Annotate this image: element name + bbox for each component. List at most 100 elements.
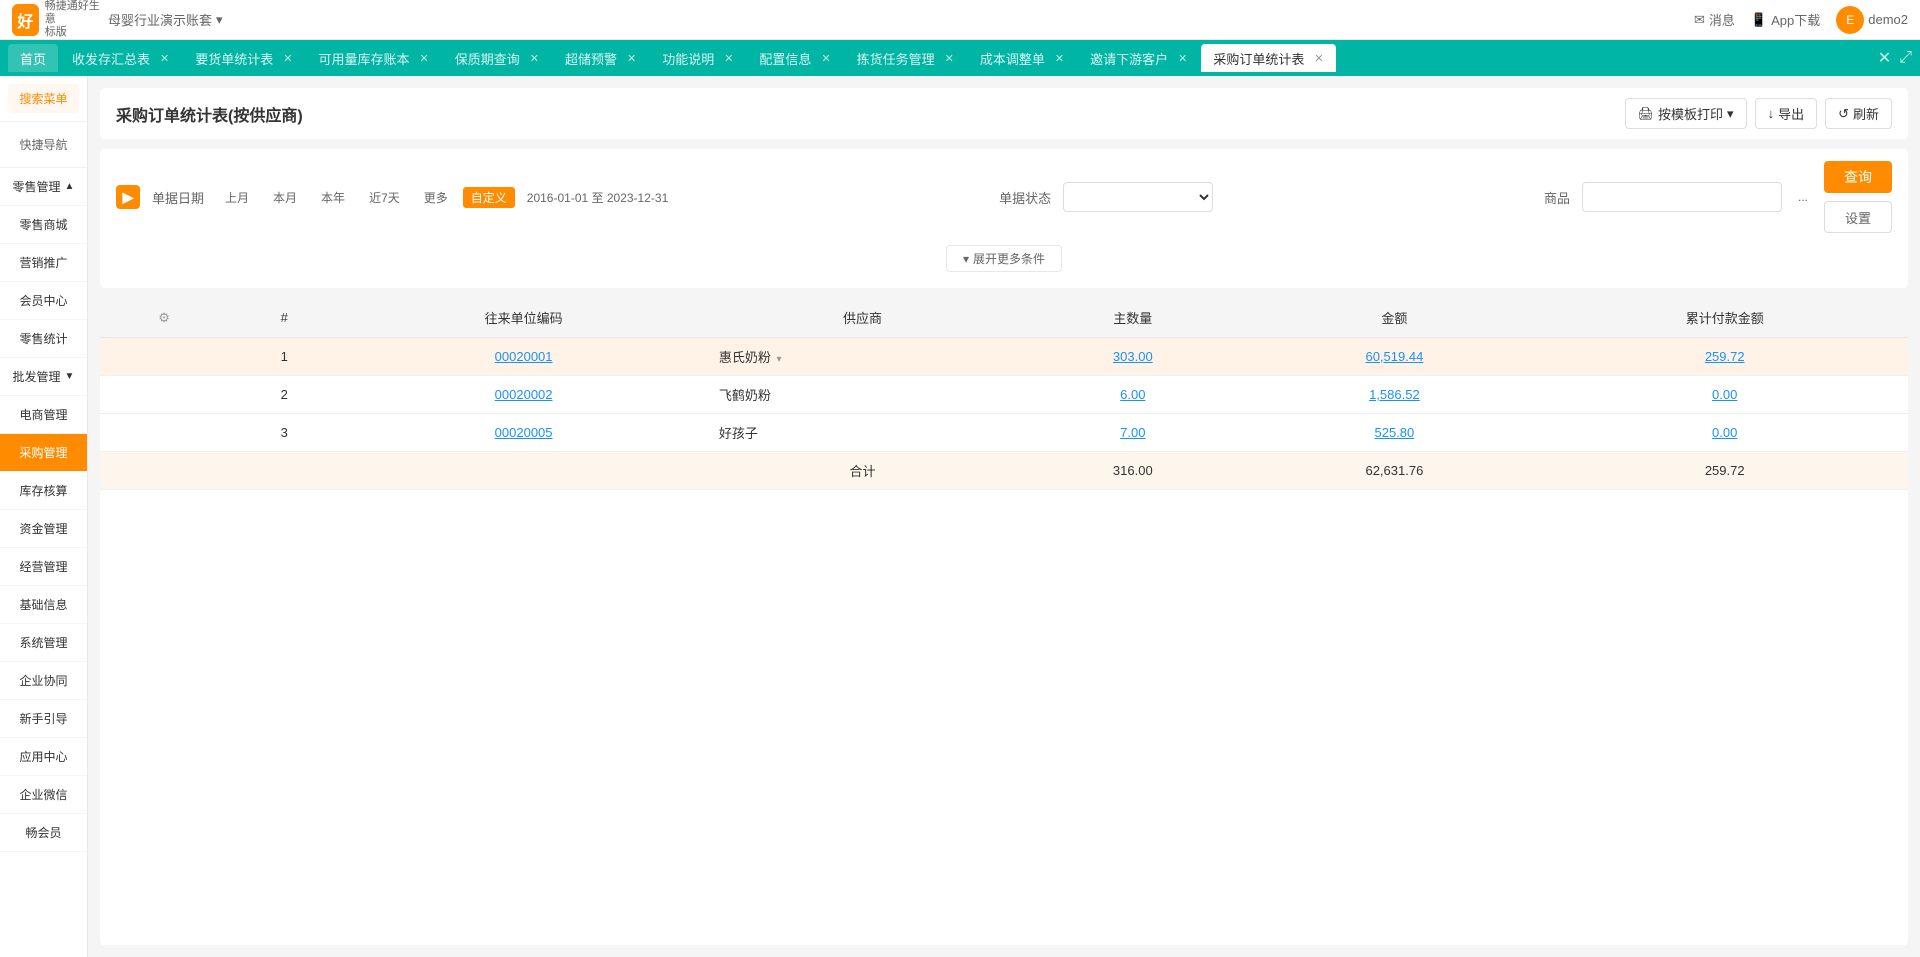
sidebar-item-retail-store[interactable]: 零售商城 [0,206,87,244]
workspace-selector[interactable]: 母婴行业演示账套 ▾ [108,10,1686,29]
close-tab-purchase-order-stats[interactable]: ✕ [1314,52,1323,65]
expand-conditions-btn[interactable]: ▾ 展开更多条件 [946,245,1062,272]
nav-tabs-bar: 首页 收发存汇总表 ✕ 要货单统计表 ✕ 可用量库存账本 ✕ 保质期查询 ✕ 超… [0,40,1920,76]
sidebar: 搜索菜单 快捷导航 零售管理 ▲ 零售商城 营销推广 会员中心 零售统计 批发管… [0,76,88,957]
close-tab-pick-task[interactable]: ✕ [945,52,954,65]
query-button[interactable]: 查询 [1824,161,1892,193]
col-settings[interactable]: ⚙ [100,298,228,338]
tab-receive-summary[interactable]: 收发存汇总表 ✕ [60,44,181,72]
main-qty-cell[interactable]: 7.00 [1018,414,1247,452]
sidebar-item-ops-mgmt[interactable]: 经营管理 [0,548,87,586]
close-tab-config-info[interactable]: ✕ [821,52,830,65]
tab-cost-adjust[interactable]: 成本调整单 ✕ [968,44,1076,72]
sidebar-item-new-guide[interactable]: 新手引导 [0,700,87,738]
sidebar-item-inventory-check[interactable]: 库存核算 [0,472,87,510]
amount-cell[interactable]: 525.80 [1247,414,1541,452]
tab-overstock-warning[interactable]: 超储预警 ✕ [553,44,648,72]
more-filter-btn[interactable]: ... [1794,186,1812,208]
print-dropdown-icon: ▾ [1727,106,1734,122]
settings-button[interactable]: 设置 [1824,201,1892,233]
close-tab-purchase-stats[interactable]: ✕ [283,52,292,65]
supplier-code-cell[interactable]: 00020005 [340,414,707,452]
quick-nav-button[interactable]: 快捷导航 [8,130,79,159]
tab-inventory-ledger[interactable]: 可用量库存账本 ✕ [306,44,440,72]
paid-amount-cell[interactable]: 0.00 [1541,376,1908,414]
tab-purchase-stats[interactable]: 要货单统计表 ✕ [183,44,304,72]
export-button[interactable]: ↓ 导出 [1755,98,1818,129]
filter-area: ▶ 单据日期 上月 本月 本年 近7天 更多 自定义 2016-01-01 至 … [100,149,1908,288]
row-settings-cell [100,376,228,414]
sidebar-item-marketing[interactable]: 营销推广 [0,244,87,282]
tab-validity-query[interactable]: 保质期查询 ✕ [443,44,551,72]
shortcut-7days[interactable]: 近7天 [360,186,409,209]
main-qty-cell[interactable]: 6.00 [1018,376,1247,414]
sidebar-item-system-mgmt[interactable]: 系统管理 [0,624,87,662]
app-download-btn[interactable]: 📱 App下载 [1751,10,1820,29]
shortcut-this-month[interactable]: 本月 [264,186,306,209]
tab-invite-downstream[interactable]: 邀请下游客户 ✕ [1078,44,1199,72]
close-tab-overstock-warning[interactable]: ✕ [627,52,636,65]
sidebar-item-enterprise-wechat[interactable]: 企业微信 [0,776,87,814]
row-index-cell: 2 [228,376,340,414]
paid-amount-cell[interactable]: 0.00 [1541,414,1908,452]
search-menu-button[interactable]: 搜索菜单 [8,84,79,113]
shortcut-more[interactable]: 更多 [415,186,457,209]
goods-input[interactable] [1582,182,1782,212]
shortcut-last-month[interactable]: 上月 [216,186,258,209]
refresh-icon: ↺ [1838,106,1849,122]
tab-pick-task[interactable]: 拣货任务管理 ✕ [845,44,966,72]
sidebar-item-finance-mgmt[interactable]: 资金管理 [0,510,87,548]
content-area: 采购订单统计表(按供应商) 🖨 按模板打印 ▾ ↓ 导出 ↺ 刷新 [88,76,1920,957]
main-qty-cell[interactable]: 303.00 [1018,338,1247,376]
sidebar-item-purchase-mgmt[interactable]: 采购管理 [0,434,87,472]
close-tab-inventory-ledger[interactable]: ✕ [420,52,429,65]
col-paid-amount: 累计付款金额 [1541,298,1908,338]
table-body: 1 00020001 惠氏奶粉 ▾ 303.00 60,519.44 259.7… [100,338,1908,452]
supplier-code-cell[interactable]: 00020001 [340,338,707,376]
message-btn[interactable]: ✉ 消息 [1694,10,1735,29]
table-container: ⚙ # 往来单位编码 供应商 主数量 金额 累计付款金额 [100,298,1908,945]
close-tab-receive-summary[interactable]: ✕ [160,52,169,65]
tab-function-desc[interactable]: 功能说明 ✕ [650,44,745,72]
sidebar-item-app-center[interactable]: 应用中心 [0,738,87,776]
close-tab-validity-query[interactable]: ✕ [530,52,539,65]
close-all-tabs-btn[interactable]: ✕ [1878,48,1891,68]
col-main-qty: 主数量 [1018,298,1247,338]
row-index-cell: 1 [228,338,340,376]
sidebar-item-enterprise-collab[interactable]: 企业协同 [0,662,87,700]
close-tab-function-desc[interactable]: ✕ [724,52,733,65]
total-amount: 62,631.76 [1247,452,1541,490]
sidebar-item-retail-mgmt[interactable]: 零售管理 ▲ [0,168,87,206]
supplier-code-cell[interactable]: 00020002 [340,376,707,414]
refresh-button[interactable]: ↺ 刷新 [1825,98,1892,129]
table-footer: 合计 316.00 62,631.76 259.72 [100,452,1908,490]
shortcut-this-year[interactable]: 本年 [312,186,354,209]
sidebar-item-retail-stats[interactable]: 零售统计 [0,320,87,358]
row-settings-cell [100,338,228,376]
sidebar-item-member-center[interactable]: 会员中心 [0,282,87,320]
column-settings-icon[interactable]: ⚙ [158,310,170,325]
tab-config-info[interactable]: 配置信息 ✕ [747,44,842,72]
sidebar-item-member-vip[interactable]: 畅会员 [0,814,87,852]
sidebar-nav-area: 快捷导航 [0,122,87,168]
col-supplier-name: 供应商 [707,298,1018,338]
close-tab-cost-adjust[interactable]: ✕ [1055,52,1064,65]
tab-purchase-order-stats[interactable]: 采购订单统计表 ✕ [1201,44,1335,72]
tab-home[interactable]: 首页 [8,44,58,72]
user-menu[interactable]: E demo2 [1836,6,1908,34]
paid-amount-cell[interactable]: 259.72 [1541,338,1908,376]
sidebar-item-ecommerce-mgmt[interactable]: 电商管理 [0,396,87,434]
doc-status-select[interactable] [1063,182,1213,212]
row-dropdown-icon[interactable]: ▾ [777,354,782,365]
print-button[interactable]: 🖨 按模板打印 ▾ [1625,98,1747,129]
print-icon: 🖨 [1638,106,1655,122]
close-tab-invite-downstream[interactable]: ✕ [1178,52,1187,65]
amount-cell[interactable]: 1,586.52 [1247,376,1541,414]
filter-toggle-btn[interactable]: ▶ [116,185,140,209]
row-index-cell: 3 [228,414,340,452]
maximize-btn[interactable]: ⤢ [1899,49,1912,67]
custom-date-tag[interactable]: 自定义 [463,187,515,208]
sidebar-item-basic-info[interactable]: 基础信息 [0,586,87,624]
sidebar-item-wholesale-mgmt[interactable]: 批发管理 ▼ [0,358,87,396]
amount-cell[interactable]: 60,519.44 [1247,338,1541,376]
